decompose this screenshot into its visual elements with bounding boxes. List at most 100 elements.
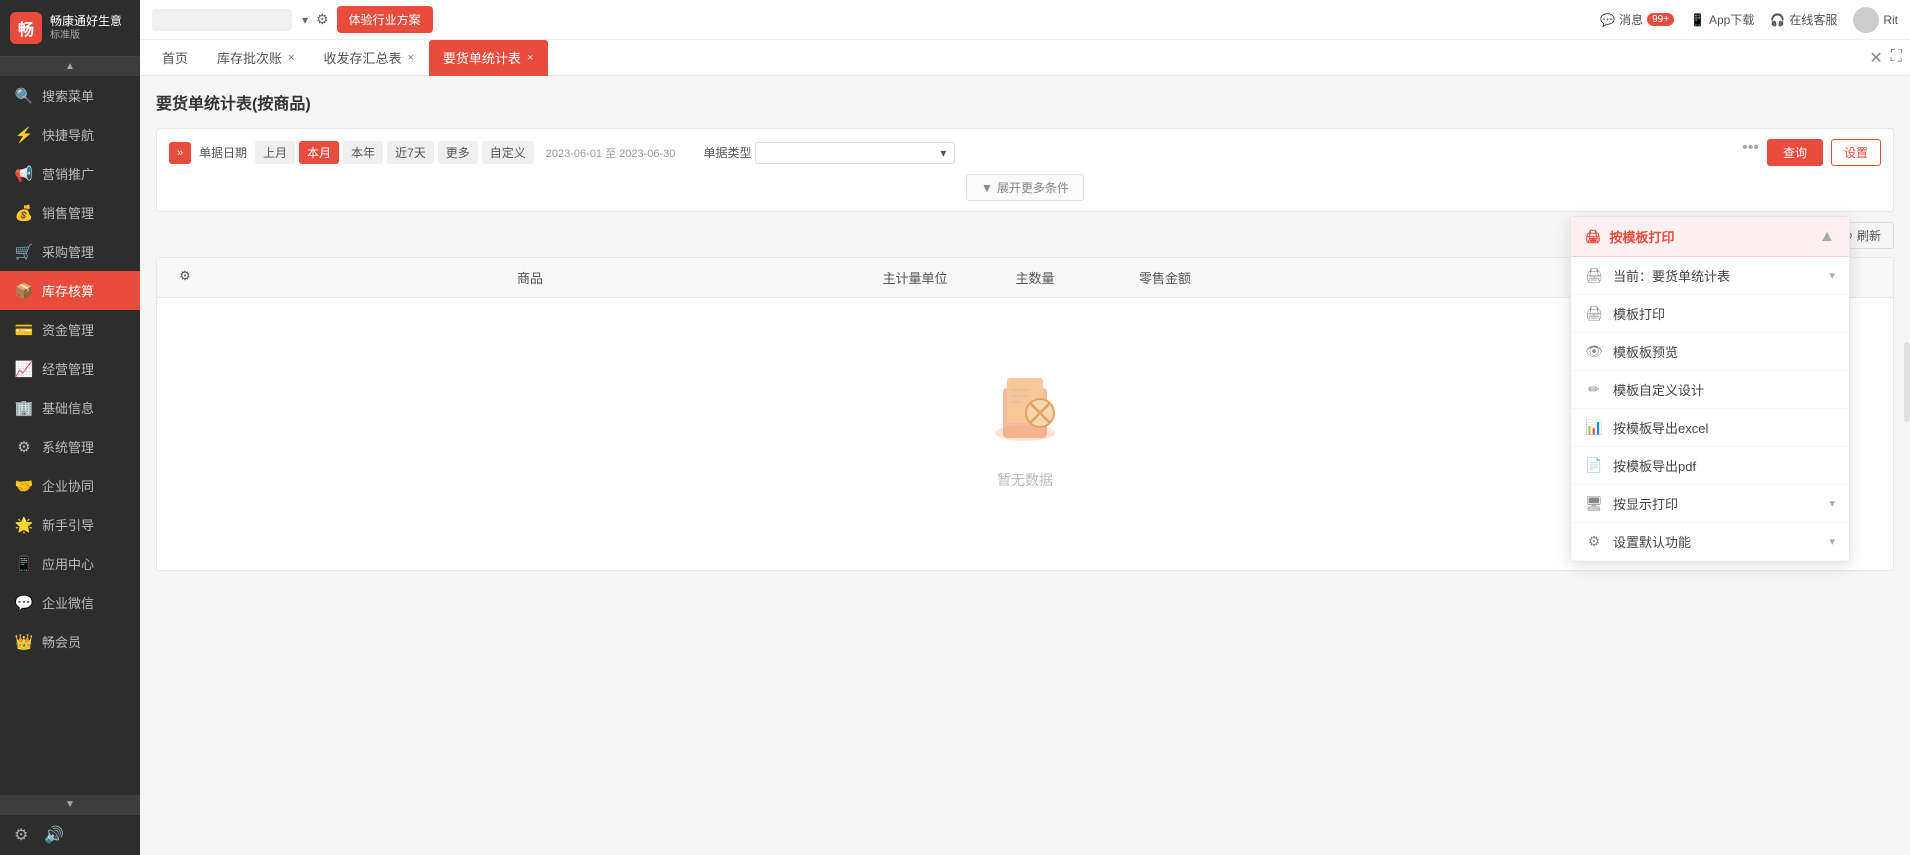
expand-icon: ▼ (981, 181, 993, 195)
sidebar-item-search[interactable]: 🔍搜索菜单 (0, 76, 140, 115)
date-btn-自定义[interactable]: 自定义 (482, 141, 534, 164)
expand-item-1[interactable]: ⚙设置默认功能▾ (1571, 523, 1849, 561)
expand-label-1: 设置默认功能 (1613, 532, 1691, 551)
sidebar-item-basic-info[interactable]: 🏢基础信息 (0, 388, 140, 427)
date-btn-更多[interactable]: 更多 (438, 141, 478, 164)
expand-label: 展开更多条件 (997, 179, 1069, 196)
sidebar-item-operations[interactable]: 📈经营管理 (0, 349, 140, 388)
help-icon[interactable]: 🔊 (44, 825, 64, 845)
members-icon: 👑 (14, 633, 34, 651)
system-icon: ⚙ (14, 438, 34, 456)
tab-close-2[interactable]: × (407, 52, 413, 64)
online-service-item[interactable]: 🎧 在线客服 (1770, 11, 1837, 28)
date-btn-本年[interactable]: 本年 (343, 141, 383, 164)
date-filter-label: 单据日期 (199, 144, 247, 161)
chevron-down-icon: ▾ (302, 13, 308, 27)
tab-close-1[interactable]: × (288, 52, 294, 64)
expand-item-0[interactable]: 🖥按显示打印▾ (1571, 485, 1849, 523)
nav-label-wechat: 企业微信 (42, 593, 94, 612)
topbar-dropdown[interactable]: ▾ (300, 13, 308, 27)
dropdown-item-3[interactable]: 📊按模板导出excel (1571, 409, 1849, 447)
type-select[interactable]: ▾ (755, 142, 955, 164)
page-title: 要货单统计表(按商品) (156, 90, 1894, 114)
filter-bar: » 单据日期 上月本月本年近7天更多自定义 2023-06-01 至 2023-… (156, 128, 1894, 212)
date-btn-本月[interactable]: 本月 (299, 141, 339, 164)
dots-menu-icon[interactable]: ••• (1742, 139, 1759, 166)
gear-column-icon[interactable]: ⚙ (179, 268, 191, 283)
column-header-0: ⚙ (165, 258, 205, 297)
tab-label-3: 要货单统计表 (443, 48, 521, 67)
guide-icon: 🌟 (14, 516, 34, 534)
sidebar-item-quick-nav[interactable]: ⚡快捷导航 (0, 115, 140, 154)
topbar-search-input[interactable] (152, 9, 292, 31)
phone-icon: 📱 (1690, 13, 1705, 27)
dropdown-item-2[interactable]: ✏模板自定义设计 (1571, 371, 1849, 409)
user-item[interactable]: Rit (1853, 7, 1898, 33)
tab-label-1: 库存批次账 (217, 48, 282, 67)
tab-right-icons: ✕ ⛶ (1869, 48, 1902, 68)
dropdown-item-0[interactable]: 🖨模板打印 (1571, 295, 1849, 333)
username: Rit (1883, 13, 1898, 27)
sidebar-item-sales[interactable]: 💰销售管理 (0, 193, 140, 232)
query-btn[interactable]: 查询 (1767, 139, 1823, 166)
tab-收发存汇总表[interactable]: 收发存汇总表× (309, 40, 428, 76)
apps-icon: 📱 (14, 555, 34, 573)
expand-icon[interactable]: ⛶ (1891, 48, 1902, 68)
tab-库存批次账[interactable]: 库存批次账 × (203, 40, 309, 76)
app-download-item[interactable]: 📱 App下载 (1690, 11, 1754, 28)
sidebar-item-enterprise[interactable]: 🤝企业协同 (0, 466, 140, 505)
nav-label-funds: 资金管理 (42, 320, 94, 339)
sidebar-footer: ⚙ 🔊 (0, 814, 140, 855)
column-header-2: 主计量单位 (855, 258, 975, 297)
scroll-up-btn[interactable]: ▲ (0, 57, 140, 76)
message-item[interactable]: 💬 消息 99+ (1600, 11, 1674, 28)
sidebar-item-guide[interactable]: 🌟新手引导 (0, 505, 140, 544)
tab-close-3[interactable]: × (527, 52, 533, 64)
settings-btn[interactable]: 设置 (1831, 139, 1881, 166)
date-btn-近7天[interactable]: 近7天 (387, 141, 434, 164)
dropdown-item-1[interactable]: 👁 模板板预览 (1571, 333, 1849, 371)
dropdown-label-0: 模板打印 (1613, 304, 1665, 323)
nav-label-marketing: 营销推广 (42, 164, 94, 183)
scroll-down-btn[interactable]: ▼ (0, 795, 140, 814)
current-template-item[interactable]: 🖨 当前：要货单统计表 ▾ (1571, 257, 1849, 295)
sidebar-item-members[interactable]: 👑畅会员 (0, 622, 140, 661)
dropdown-icon-2: ✏ (1585, 381, 1603, 398)
empty-text: 暂无数据 (997, 470, 1053, 490)
nav-label-system: 系统管理 (42, 437, 94, 456)
dropdown-close-btn[interactable]: ▲ (1819, 228, 1835, 246)
tab-首页[interactable]: 首页 (148, 40, 203, 76)
dropdown-label-1: 模板板预览 (1613, 342, 1678, 361)
sidebar-item-system[interactable]: ⚙ 系统管理 (0, 427, 140, 466)
dropdown-icon-1: 👁 (1585, 343, 1603, 360)
sidebar-item-marketing[interactable]: 📢营销推广 (0, 154, 140, 193)
headset-icon: 🎧 (1770, 13, 1785, 27)
sidebar-item-funds[interactable]: 💳资金管理 (0, 310, 140, 349)
message-icon: 💬 (1600, 13, 1615, 27)
tab-label-0: 首页 (162, 48, 188, 67)
filter-expand-btn[interactable]: » (169, 142, 191, 164)
expand-conditions-btn[interactable]: ▼ 展开更多条件 (966, 174, 1084, 201)
topbar: ▾ ⚙ 体验行业方案 💬 消息 99+ 📱 App下载 🎧 在线客服 Rit (140, 0, 1910, 40)
close-window-icon[interactable]: ✕ (1869, 48, 1882, 68)
trial-btn[interactable]: 体验行业方案 (337, 6, 433, 33)
sidebar-nav: 🔍搜索菜单⚡快捷导航📢营销推广💰销售管理🛒采购管理📦库存核算💳资金管理📈经营管理… (0, 76, 140, 795)
expand-icon-1: ⚙ (1585, 533, 1603, 550)
date-btn-上月[interactable]: 上月 (255, 141, 295, 164)
sidebar-item-wechat[interactable]: 💬企业微信 (0, 583, 140, 622)
topbar-right: 💬 消息 99+ 📱 App下载 🎧 在线客服 Rit (1600, 7, 1898, 33)
dropdown-item-4[interactable]: 📄按模板导出pdf (1571, 447, 1849, 485)
inventory-icon: 📦 (14, 282, 34, 300)
expand-label-0: 按显示打印 (1613, 494, 1678, 513)
sidebar-item-apps[interactable]: 📱应用中心 (0, 544, 140, 583)
sidebar-item-inventory[interactable]: 📦库存核算 (0, 271, 140, 310)
sidebar-item-purchase[interactable]: 🛒采购管理 (0, 232, 140, 271)
current-template-label: 当前：要货单统计表 (1613, 266, 1730, 285)
tab-要货单统计表[interactable]: 要货单统计表 × (429, 40, 548, 76)
settings-icon[interactable]: ⚙ (14, 825, 28, 845)
topbar-gear-icon[interactable]: ⚙ (316, 11, 329, 28)
sales-icon: 💰 (14, 204, 34, 222)
tab-bar: 首页库存批次账×收发存汇总表×要货单统计表× ✕ ⛶ (140, 40, 1910, 76)
operations-icon: 📈 (14, 360, 34, 378)
dropdown-expand-items: 🖥按显示打印▾⚙设置默认功能▾ (1571, 485, 1849, 561)
